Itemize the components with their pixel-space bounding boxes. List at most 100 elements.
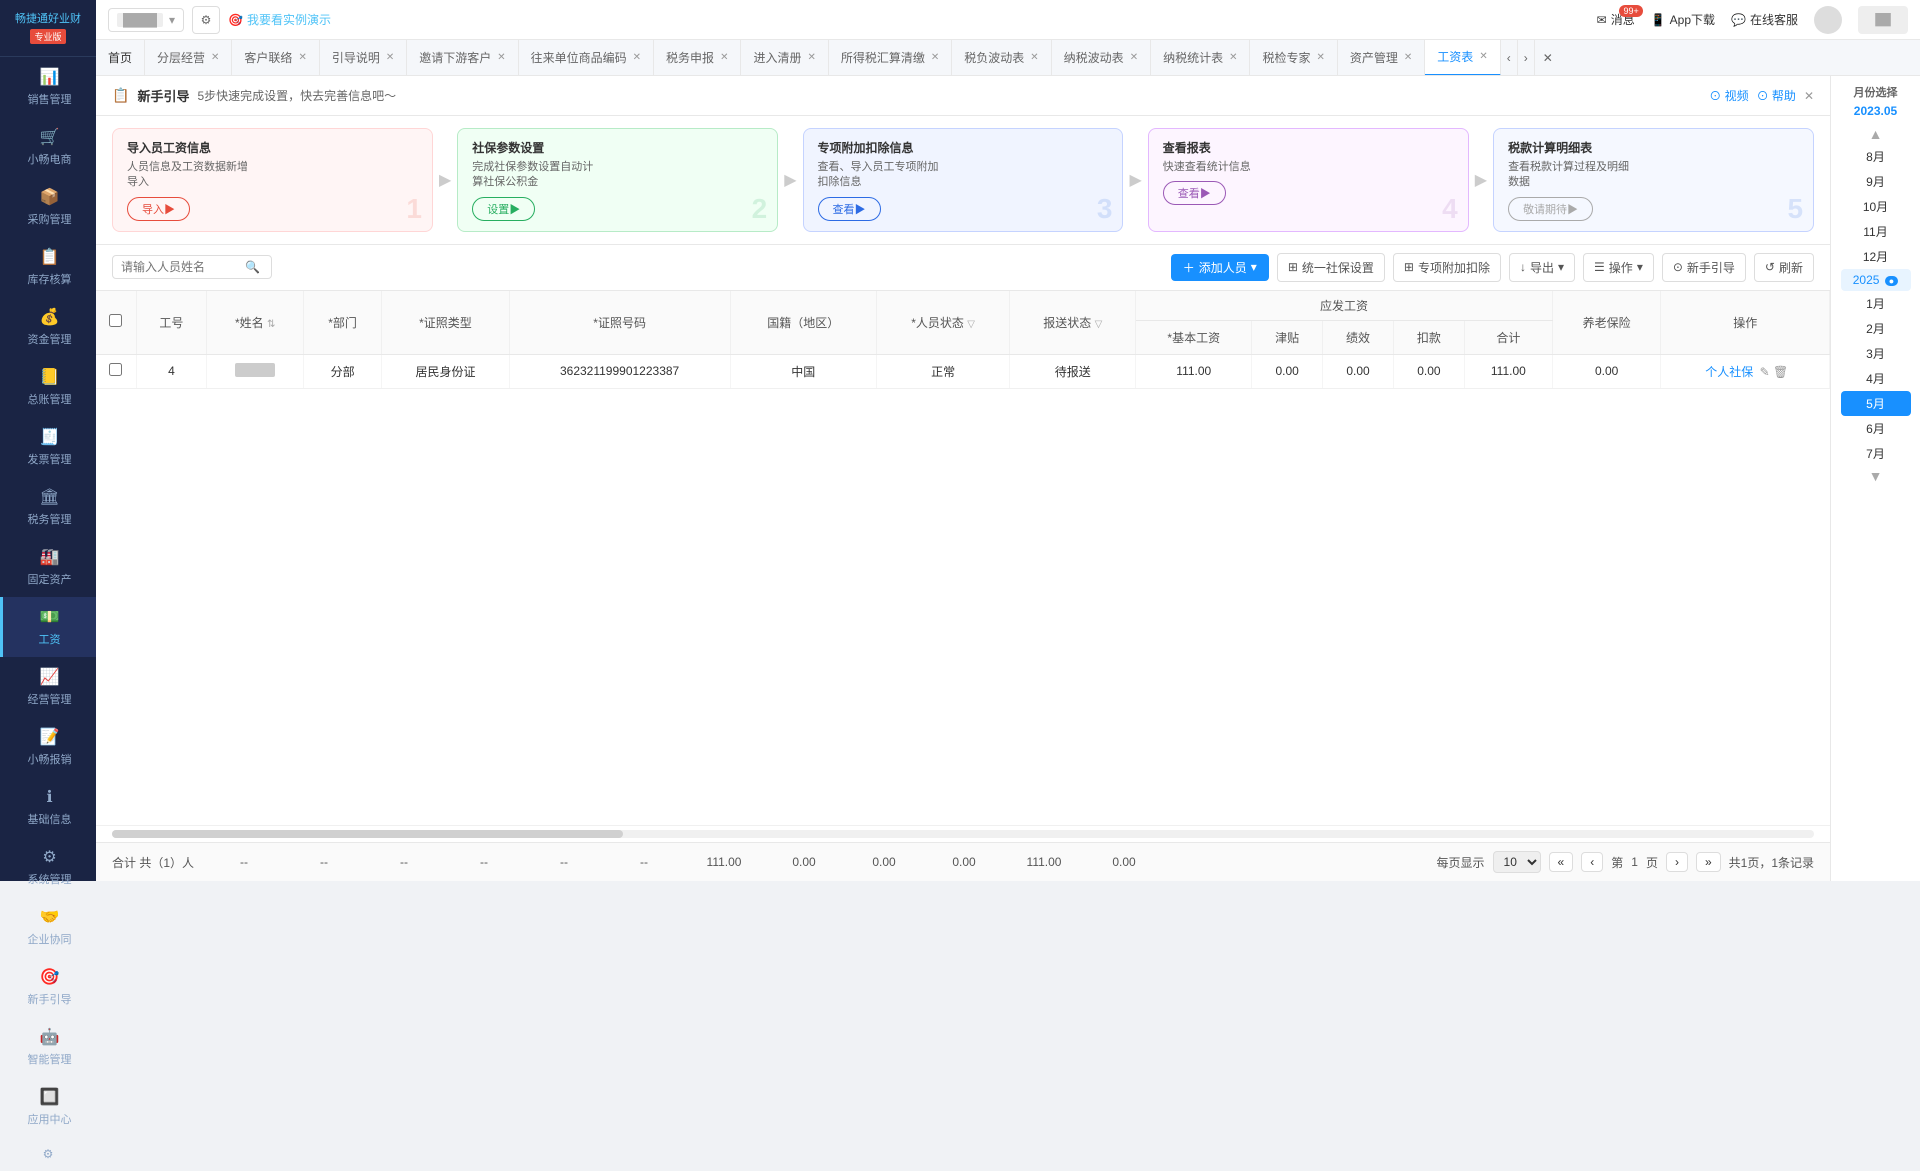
sidebar-item-企业协同[interactable]: 🤝 企业协同 bbox=[0, 897, 96, 957]
tab-salary[interactable]: 工资表✕ bbox=[1425, 40, 1500, 76]
special-deduct-button[interactable]: ⊞ 专项附加扣除 bbox=[1393, 253, 1501, 282]
tab-nav-prev[interactable]: ‹ bbox=[1501, 40, 1518, 76]
tab-tax-expert[interactable]: 税检专家✕ bbox=[1250, 40, 1337, 76]
close-icon[interactable]: ✕ bbox=[1479, 51, 1487, 62]
tab-tax-stat[interactable]: 纳税统计表✕ bbox=[1151, 40, 1250, 76]
next-page-btn[interactable]: › bbox=[1666, 852, 1688, 872]
page-size-select[interactable]: 10 20 50 bbox=[1493, 851, 1541, 873]
sidebar-item-库存核算[interactable]: 📋 库存核算 bbox=[0, 237, 96, 297]
sidebar-item-小畅报销[interactable]: 📝 小畅报销 bbox=[0, 717, 96, 777]
export-button[interactable]: ↓ 导出 ▾ bbox=[1509, 253, 1575, 282]
month-item-4[interactable]: 4月 bbox=[1841, 366, 1911, 391]
tab-tax-wave[interactable]: 纳税波动表✕ bbox=[1052, 40, 1151, 76]
month-item-2[interactable]: 2月 bbox=[1841, 316, 1911, 341]
month-item-5[interactable]: 5月 bbox=[1841, 391, 1911, 416]
close-icon[interactable]: ✕ bbox=[1404, 52, 1412, 63]
month-year-2025[interactable]: 2025 ● bbox=[1841, 269, 1911, 291]
message-button[interactable]: ✉ 消息 99+ bbox=[1597, 11, 1635, 28]
name-sort-icon[interactable]: ⇅ bbox=[267, 319, 275, 330]
tab-tax-burden[interactable]: 税负波动表✕ bbox=[952, 40, 1051, 76]
sidebar-item-系统管理[interactable]: ⚙ 系统管理 bbox=[0, 837, 96, 897]
report-status-filter-icon[interactable]: ▽ bbox=[1095, 319, 1103, 330]
close-icon[interactable]: ✕ bbox=[633, 52, 641, 63]
step-4-btn[interactable]: 查看▶ bbox=[1163, 181, 1226, 205]
delete-icon[interactable]: 🗑 bbox=[1773, 365, 1788, 379]
sidebar-item-应用中心[interactable]: 🔲 应用中心 bbox=[0, 1077, 96, 1137]
social-setting-button[interactable]: ⊞ 统一社保设置 bbox=[1277, 253, 1385, 282]
month-item-6[interactable]: 6月 bbox=[1841, 416, 1911, 441]
tab-product-code[interactable]: 往来单位商品编码✕ bbox=[519, 40, 654, 76]
sidebar-item-总账管理[interactable]: 📒 总账管理 bbox=[0, 357, 96, 417]
close-icon[interactable]: ✕ bbox=[1317, 52, 1325, 63]
month-item-11[interactable]: 11月 bbox=[1841, 219, 1911, 244]
prev-page-btn[interactable]: ‹ bbox=[1581, 852, 1603, 872]
refresh-button[interactable]: ↺ 刷新 bbox=[1754, 253, 1814, 282]
online-service-button[interactable]: 💬 在线客服 bbox=[1731, 11, 1798, 28]
app-download-button[interactable]: 📱 App下载 bbox=[1651, 11, 1715, 28]
operation-button[interactable]: ☰ 操作 ▾ bbox=[1583, 253, 1654, 282]
month-nav-down[interactable]: ▼ bbox=[1869, 468, 1883, 484]
month-item-12[interactable]: 12月 bbox=[1841, 244, 1911, 269]
guide-close-btn[interactable]: ✕ bbox=[1804, 89, 1814, 103]
close-icon[interactable]: ✕ bbox=[386, 52, 394, 63]
search-icon[interactable]: 🔍 bbox=[245, 260, 260, 274]
month-item-8[interactable]: 8月 bbox=[1841, 144, 1911, 169]
sidebar-item-销售管理[interactable]: 📊 销售管理 bbox=[0, 57, 96, 117]
sidebar-item-固定资产[interactable]: 🏭 固定资产 bbox=[0, 537, 96, 597]
tab-invite[interactable]: 邀请下游客户✕ bbox=[407, 40, 518, 76]
tab-close-all[interactable]: ✕ bbox=[1535, 40, 1561, 76]
close-icon[interactable]: ✕ bbox=[720, 52, 728, 63]
settings-button[interactable]: ⚙ bbox=[0, 1137, 96, 1171]
status-filter-icon[interactable]: ▽ bbox=[967, 319, 975, 330]
edit-icon[interactable]: ✎ bbox=[1760, 365, 1770, 379]
month-item-9[interactable]: 9月 bbox=[1841, 169, 1911, 194]
close-icon[interactable]: ✕ bbox=[1229, 52, 1237, 63]
sidebar-item-资金管理[interactable]: 💰 资金管理 bbox=[0, 297, 96, 357]
close-icon[interactable]: ✕ bbox=[1130, 52, 1138, 63]
tab-layer[interactable]: 分层经营✕ bbox=[145, 40, 232, 76]
help-btn[interactable]: ⊙ 帮助 bbox=[1757, 87, 1796, 104]
close-icon[interactable]: ✕ bbox=[807, 52, 815, 63]
close-icon[interactable]: ✕ bbox=[211, 52, 219, 63]
sidebar-item-基础信息[interactable]: ℹ 基础信息 bbox=[0, 777, 96, 837]
sidebar-item-发票管理[interactable]: 🧾 发票管理 bbox=[0, 417, 96, 477]
tab-contact[interactable]: 客户联络✕ bbox=[232, 40, 319, 76]
sidebar-item-智能管理[interactable]: 🤖 智能管理 bbox=[0, 1017, 96, 1077]
month-item-3[interactable]: 3月 bbox=[1841, 341, 1911, 366]
scroll-bar[interactable] bbox=[112, 830, 1814, 838]
tab-clear[interactable]: 进入清册✕ bbox=[741, 40, 828, 76]
tab-income-tax[interactable]: 所得税汇算清缴✕ bbox=[829, 40, 952, 76]
month-nav-up[interactable]: ▲ bbox=[1869, 126, 1883, 142]
settings-icon-btn[interactable]: ⚙ bbox=[192, 6, 220, 34]
sidebar-item-新手引导[interactable]: 🎯 新手引导 bbox=[0, 957, 96, 1017]
tab-assets[interactable]: 资产管理✕ bbox=[1338, 40, 1425, 76]
tab-guide[interactable]: 引导说明✕ bbox=[320, 40, 407, 76]
close-icon[interactable]: ✕ bbox=[298, 52, 306, 63]
month-item-10[interactable]: 10月 bbox=[1841, 194, 1911, 219]
tab-home[interactable]: 首页 bbox=[96, 40, 145, 76]
tab-nav-next[interactable]: › bbox=[1518, 40, 1535, 76]
step-2-btn[interactable]: 设置▶ bbox=[472, 197, 535, 221]
step-5-btn[interactable]: 敬请期待▶ bbox=[1508, 197, 1593, 221]
sidebar-item-采购管理[interactable]: 📦 采购管理 bbox=[0, 177, 96, 237]
month-item-1[interactable]: 1月 bbox=[1841, 291, 1911, 316]
close-icon[interactable]: ✕ bbox=[497, 52, 505, 63]
scroll-thumb[interactable] bbox=[112, 830, 623, 838]
sidebar-item-经营管理[interactable]: 📈 经营管理 bbox=[0, 657, 96, 717]
row-checkbox[interactable] bbox=[109, 363, 122, 376]
guide-button[interactable]: ⊙ 新手引导 bbox=[1662, 253, 1746, 282]
user-menu[interactable]: ██ bbox=[1858, 6, 1908, 34]
close-icon[interactable]: ✕ bbox=[1030, 52, 1038, 63]
step-3-btn[interactable]: 查看▶ bbox=[818, 197, 881, 221]
sidebar-item-税务管理[interactable]: 🏛 税务管理 bbox=[0, 477, 96, 537]
last-page-btn[interactable]: » bbox=[1696, 852, 1721, 872]
sidebar-item-小畅电商[interactable]: 🛒 小畅电商 bbox=[0, 117, 96, 177]
select-all-checkbox[interactable] bbox=[109, 314, 122, 327]
step-1-btn[interactable]: 导入▶ bbox=[127, 197, 190, 221]
month-item-7[interactable]: 7月 bbox=[1841, 441, 1911, 466]
add-person-button[interactable]: ＋ 添加人员 ▾ bbox=[1171, 254, 1269, 281]
tab-tax-report[interactable]: 税务申报✕ bbox=[654, 40, 741, 76]
first-page-btn[interactable]: « bbox=[1549, 852, 1574, 872]
company-selector[interactable]: ████ ▾ bbox=[108, 8, 184, 32]
avatar[interactable] bbox=[1814, 6, 1842, 34]
